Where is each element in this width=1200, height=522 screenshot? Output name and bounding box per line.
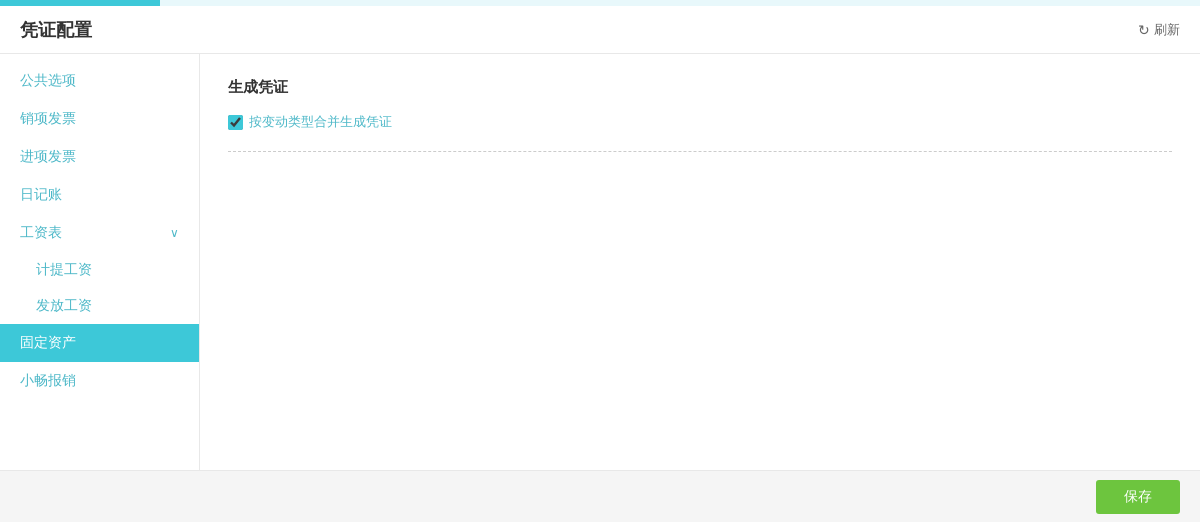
sidebar-item-label: 小畅报销 [20,372,76,390]
sidebar: 公共选项 销项发票 进项发票 日记账 工资表 ∨ 计提工资 发放工资 固定资产 … [0,54,200,470]
sidebar-item-sales-invoice[interactable]: 销项发票 [0,100,199,138]
sidebar-item-label: 固定资产 [20,334,76,352]
footer: 保存 [0,470,1200,522]
sidebar-item-label: 工资表 [20,224,62,242]
sidebar-item-label: 销项发票 [20,110,76,128]
merge-by-type-checkbox[interactable] [228,115,243,130]
section-title: 生成凭证 [228,78,1172,97]
content-area: 生成凭证 按变动类型合并生成凭证 [200,54,1200,470]
sidebar-item-expense[interactable]: 小畅报销 [0,362,199,400]
sidebar-item-purchase-invoice[interactable]: 进项发票 [0,138,199,176]
sidebar-item-label: 计提工资 [36,261,92,277]
save-button[interactable]: 保存 [1096,480,1180,514]
sidebar-item-fixed-assets[interactable]: 固定资产 [0,324,199,362]
refresh-icon: ↻ [1138,22,1150,38]
sidebar-item-payroll[interactable]: 工资表 ∨ [0,214,199,252]
sidebar-item-label: 日记账 [20,186,62,204]
sidebar-item-disburse[interactable]: 发放工资 [0,288,199,324]
main-layout: 公共选项 销项发票 进项发票 日记账 工资表 ∨ 计提工资 发放工资 固定资产 … [0,54,1200,470]
sidebar-item-journal[interactable]: 日记账 [0,176,199,214]
sidebar-item-commission[interactable]: 计提工资 [0,252,199,288]
top-tab-active-indicator [0,0,160,6]
sidebar-item-label: 公共选项 [20,72,76,90]
checkbox-label[interactable]: 按变动类型合并生成凭证 [249,113,392,131]
section-divider [228,151,1172,152]
page-title: 凭证配置 [20,18,92,42]
sidebar-item-label: 发放工资 [36,297,92,313]
checkbox-row: 按变动类型合并生成凭证 [228,113,1172,131]
chevron-down-icon: ∨ [170,226,179,240]
refresh-label: 刷新 [1154,21,1180,39]
header: 凭证配置 ↻ 刷新 [0,6,1200,54]
sidebar-item-label: 进项发票 [20,148,76,166]
refresh-button[interactable]: ↻ 刷新 [1138,21,1180,39]
top-tab-bar [0,0,1200,6]
sidebar-item-public[interactable]: 公共选项 [0,62,199,100]
